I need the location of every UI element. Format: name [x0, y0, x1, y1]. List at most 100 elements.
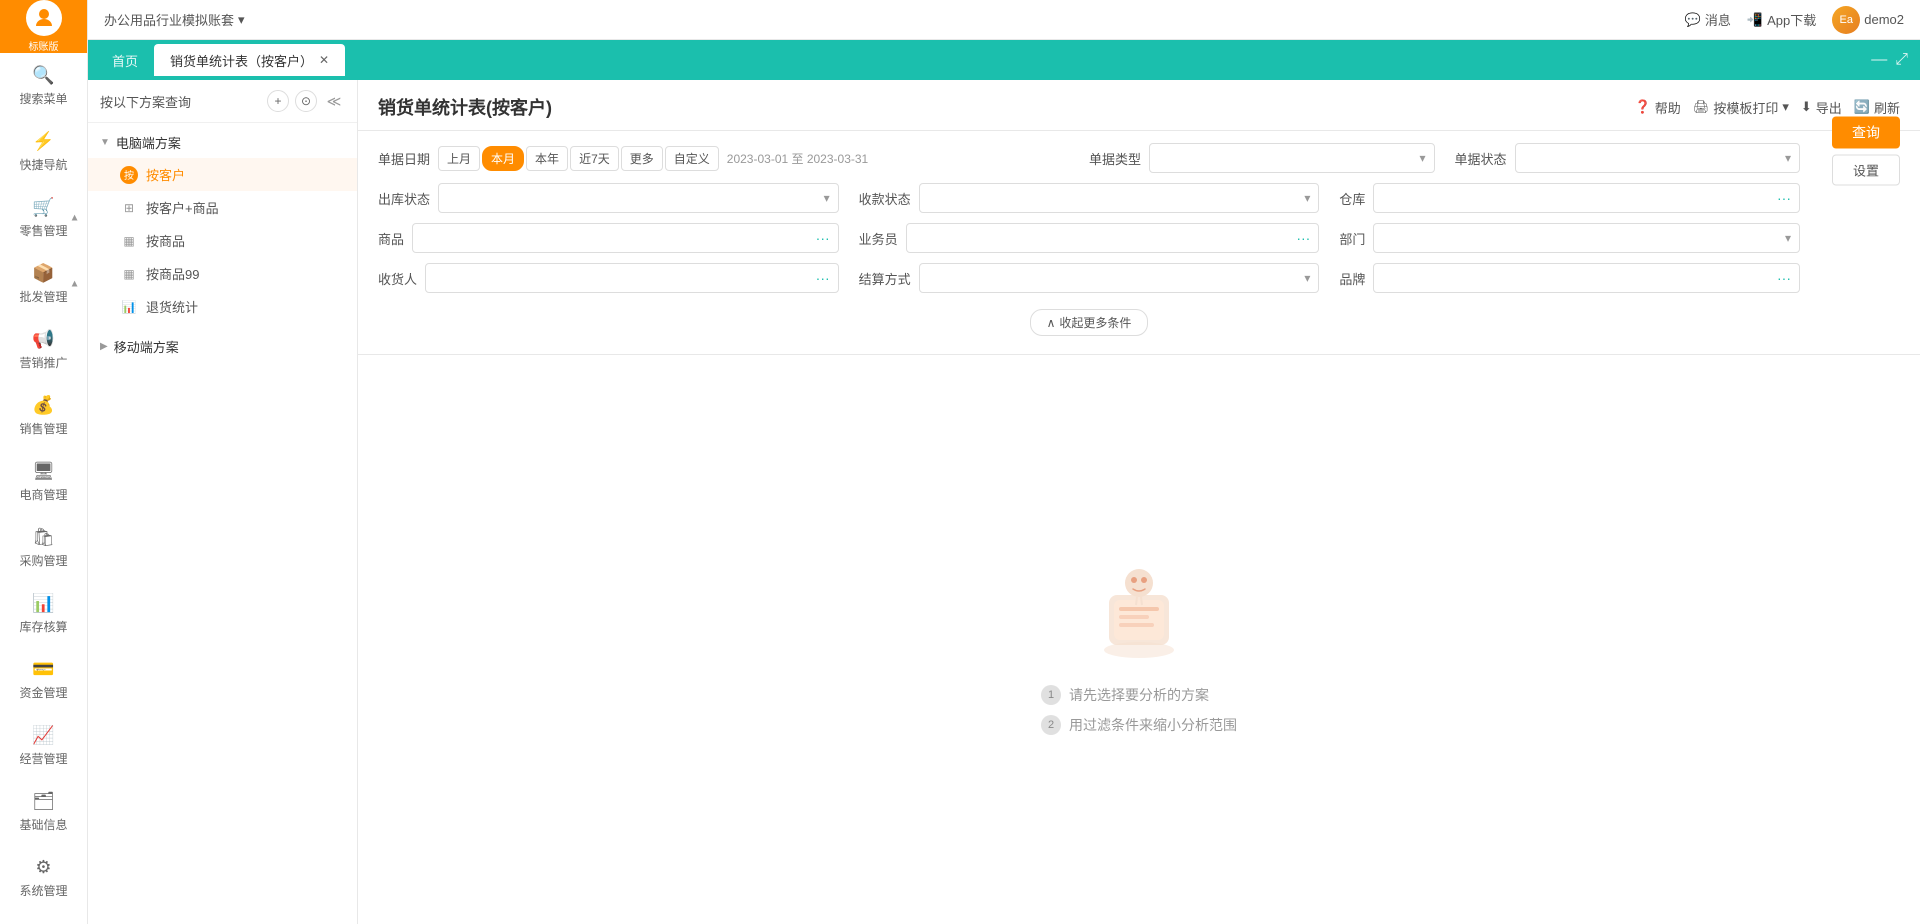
sidebar-item-basic[interactable]: 🗂 基础信息: [0, 779, 88, 845]
refresh-icon: 🔄: [1854, 99, 1870, 115]
brand-label: 品牌: [1339, 269, 1365, 288]
user-menu[interactable]: Ea demo2: [1832, 6, 1904, 34]
sidebar-label-marketing: 营销推广: [19, 354, 67, 371]
scheme-by-product[interactable]: ▦ 按商品: [88, 224, 357, 257]
scheme-group-mobile: ▶ 移动端方案: [88, 327, 357, 366]
sidebar-item-wholesale[interactable]: 📦 批发管理 ▲: [0, 251, 88, 317]
sidebar-item-purchase[interactable]: 🛍 采购管理: [0, 515, 88, 581]
date-label: 单据日期: [378, 149, 430, 168]
retail-arrow-icon: ▲: [70, 213, 80, 224]
sidebar: 标账版 🔍 搜索菜单 ⚡ 快捷导航 🛒 零售管理 ▲ 📦 批发管理 ▲ 📢 营销…: [0, 0, 88, 924]
product-select[interactable]: ···: [412, 223, 839, 253]
date-last-month-btn[interactable]: 上月: [438, 146, 480, 171]
refresh-btn[interactable]: 🔄 刷新: [1854, 98, 1900, 117]
query-btn[interactable]: 查询: [1832, 117, 1900, 149]
app-logo[interactable]: 标账版: [0, 0, 88, 53]
sidebar-item-marketing[interactable]: 📢 营销推广: [0, 317, 88, 383]
quicknav-icon: ⚡: [32, 131, 54, 152]
scheme-by-customer-product[interactable]: ⊞ 按客户+商品: [88, 191, 357, 224]
filter-settings-btn[interactable]: 设置: [1832, 155, 1900, 186]
filter-row-4: 收货人 ··· 结算方式 ▾: [378, 263, 1800, 293]
collapse-btn[interactable]: ∧ 收起更多条件: [1030, 309, 1149, 336]
department-arrow: ▾: [1785, 231, 1791, 245]
settlement-select[interactable]: ▾: [919, 263, 1320, 293]
sidebar-item-system[interactable]: ⚙ 系统管理: [0, 845, 88, 911]
help-btn[interactable]: ❓ 帮助: [1635, 98, 1681, 117]
mobile-group-toggle[interactable]: ▶ 移动端方案: [88, 331, 357, 362]
docstatus-select[interactable]: ▾: [1515, 143, 1800, 173]
filter-salesperson-item: 业务员 ···: [859, 223, 1320, 253]
sidebar-item-finance[interactable]: 💳 资金管理: [0, 647, 88, 713]
scheme-by-customer[interactable]: 按 按客户: [88, 158, 357, 191]
empty-tips: 1 请先选择要分析的方案 2 用过滤条件来缩小分析范围: [1041, 685, 1237, 735]
tab-sales-stat[interactable]: 销货单统计表（按客户） ✕: [154, 44, 345, 76]
sidebar-item-ecommerce[interactable]: 🖥 电商管理: [0, 449, 88, 515]
tab-home[interactable]: 首页: [96, 44, 154, 76]
filter-row-2: 出库状态 ▾ 收款状态 ▾: [378, 183, 1800, 213]
sidebar-item-quicknav[interactable]: ⚡ 快捷导航: [0, 119, 88, 185]
sidebar-item-inventory[interactable]: 📊 库存核算: [0, 581, 88, 647]
add-scheme-btn[interactable]: +: [267, 90, 289, 112]
paymentstatus-select[interactable]: ▾: [919, 183, 1320, 213]
outstatus-label: 出库状态: [378, 189, 430, 208]
outstatus-select[interactable]: ▾: [438, 183, 839, 213]
filter-wrapper: 单据日期 上月 本月 本年 近7天 更多 自定义 20: [358, 131, 1920, 355]
sidebar-item-search[interactable]: 🔍 搜索菜单: [0, 53, 88, 119]
sidebar-item-enterprise[interactable]: 🤝 企业协同: [0, 911, 88, 924]
print-btn[interactable]: 🖨 按模板打印 ▾: [1693, 98, 1789, 117]
purchase-icon: 🛍: [32, 527, 55, 548]
retail-icon: 🛒: [32, 197, 54, 218]
date-range-text: 2023-03-01 至 2023-03-31: [727, 150, 868, 167]
filter-docstatus-item: 单据状态 ▾: [1455, 143, 1801, 173]
receiver-label: 收货人: [378, 269, 417, 288]
tab-close-btn[interactable]: ✕: [319, 53, 329, 67]
empty-illustration: [1079, 545, 1199, 665]
brand-select[interactable]: ···: [1373, 263, 1800, 293]
minimize-btn[interactable]: —: [1871, 51, 1887, 69]
system-icon: ⚙: [35, 857, 51, 878]
filter-department-item: 部门 ▾: [1339, 223, 1800, 253]
date-last7-btn[interactable]: 近7天: [570, 146, 619, 171]
sidebar-item-sales[interactable]: 💰 销售管理: [0, 383, 88, 449]
warehouse-select[interactable]: ···: [1373, 183, 1800, 213]
right-content: 销货单统计表(按客户) ❓ 帮助 🖨 按模板打印 ▾ ⬇ 导出: [358, 80, 1920, 924]
date-control: 上月 本月 本年 近7天 更多 自定义 2023-03-01 至 2023-03…: [438, 143, 868, 173]
pc-group-arrow: ▼: [100, 137, 110, 148]
operations-icon: 📈: [32, 725, 54, 746]
industry-selector[interactable]: 办公用品行业模拟账套 ▾: [104, 10, 245, 29]
filter-date-item: 单据日期 上月 本月 本年 近7天 更多 自定义 20: [378, 143, 1069, 173]
date-this-year-btn[interactable]: 本年: [526, 146, 568, 171]
sidebar-label-inventory: 库存核算: [19, 618, 67, 635]
docstatus-arrow: ▾: [1785, 151, 1791, 165]
maximize-btn[interactable]: ⤢: [1895, 51, 1908, 69]
doctype-select[interactable]: ▾: [1149, 143, 1434, 173]
date-custom-btn[interactable]: 自定义: [665, 146, 719, 171]
message-btn[interactable]: 💬 消息: [1685, 10, 1731, 29]
finance-icon: 💳: [32, 659, 54, 680]
collapse-panel-btn[interactable]: ≪: [323, 90, 345, 112]
receiver-select[interactable]: ···: [425, 263, 839, 293]
paymentstatus-label: 收款状态: [859, 189, 911, 208]
export-btn[interactable]: ⬇ 导出: [1801, 98, 1842, 117]
pc-group-toggle[interactable]: ▼ 电脑端方案: [88, 127, 357, 158]
page-header: 销货单统计表(按客户) ❓ 帮助 🖨 按模板打印 ▾ ⬇ 导出: [358, 80, 1920, 131]
print-label: 按模板打印: [1713, 98, 1778, 117]
scheme-return-stat[interactable]: 📊 退货统计: [88, 290, 357, 323]
left-panel-title: 按以下方案查询: [100, 92, 191, 111]
print-arrow: ▾: [1782, 99, 1789, 115]
app-download-btn[interactable]: 📲 App下载: [1747, 10, 1816, 29]
mobile-group-label: 移动端方案: [114, 337, 179, 356]
content-area: 按以下方案查询 + ⊙ ≪ ▼ 电脑端方案: [88, 80, 1920, 924]
tip-number-2: 2: [1041, 715, 1061, 735]
scheme-by-product99[interactable]: ▦ 按商品99: [88, 257, 357, 290]
empty-tip-2: 2 用过滤条件来缩小分析范围: [1041, 715, 1237, 735]
department-select[interactable]: ▾: [1373, 223, 1800, 253]
salesperson-select[interactable]: ···: [906, 223, 1320, 253]
collapse-label: 收起更多条件: [1059, 314, 1131, 331]
sidebar-item-operations[interactable]: 📈 经营管理: [0, 713, 88, 779]
date-more-btn[interactable]: 更多: [621, 146, 663, 171]
settings-scheme-btn[interactable]: ⊙: [295, 90, 317, 112]
sidebar-item-retail[interactable]: 🛒 零售管理 ▲: [0, 185, 88, 251]
header-right: 💬 消息 📲 App下载 Ea demo2: [1685, 6, 1904, 34]
date-this-month-btn[interactable]: 本月: [482, 146, 524, 171]
